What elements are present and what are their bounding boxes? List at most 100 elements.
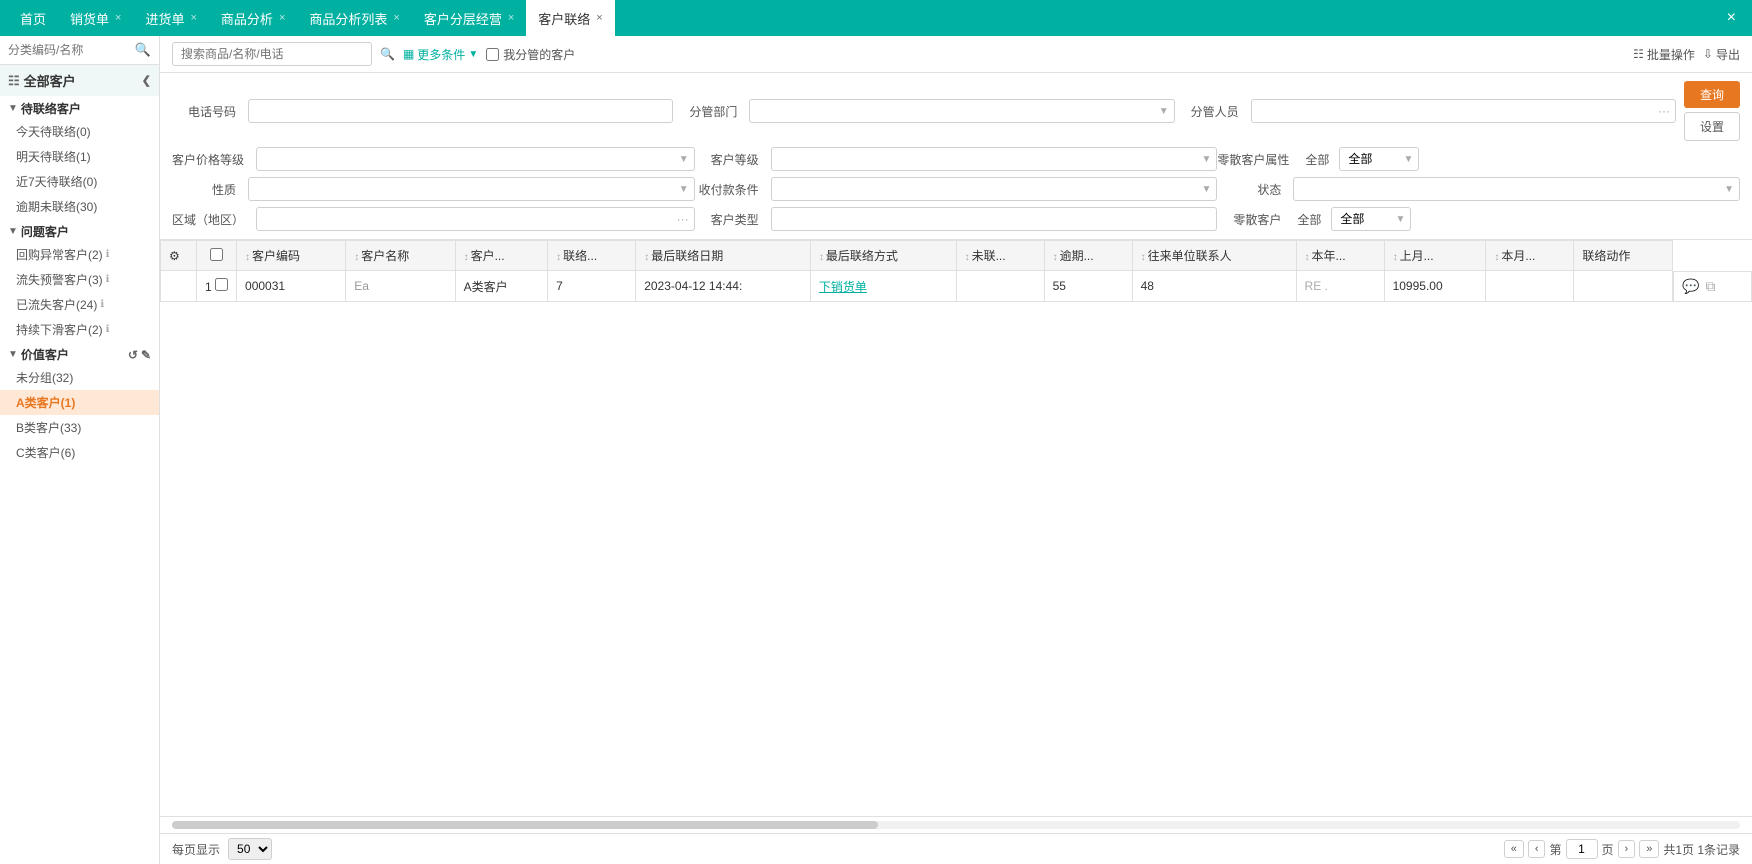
th-this-year: ↕本年... — [1296, 241, 1384, 271]
nav-close-icon[interactable]: × — [190, 12, 196, 24]
per-page-select[interactable]: 50 — [228, 838, 272, 860]
group-arrow-icon: ▼ — [8, 103, 18, 114]
table-body: 1 000031EaA类客户72023-04-12 14:44:下销货单5548… — [161, 271, 1752, 302]
sidebar-item-label: 近7天待联络(0) — [16, 173, 97, 190]
settings-gear-icon[interactable]: ⚙ — [169, 249, 180, 263]
retail-attr-select[interactable]: 全部 — [1339, 147, 1419, 171]
customer-type-input[interactable] — [771, 207, 1218, 231]
customer-level-select[interactable] — [771, 147, 1218, 171]
form-group-customer-type: 客户类型 — [695, 207, 1218, 231]
phone-label: 电话号码 — [172, 103, 242, 120]
sidebar-search-icon[interactable]: 🔍 — [135, 42, 151, 58]
sidebar-item[interactable]: 流失预警客户(3)ℹ — [0, 267, 159, 292]
more-filters-btn[interactable]: ▦ 更多条件 ▼ — [403, 46, 478, 63]
sidebar-group-问题客户[interactable]: ▼问题客户 — [0, 219, 159, 242]
sidebar-item[interactable]: 已流失客户(24)ℹ — [0, 292, 159, 317]
value-customer-actions: ↺✎ — [128, 348, 151, 362]
filter-bar-right: ☷ 批量操作 ⇩ 导出 — [1633, 46, 1740, 63]
sidebar-item[interactable]: B类客户(33) — [0, 415, 159, 440]
nav-item-客户分层经营[interactable]: 客户分层经营× — [412, 0, 526, 36]
settings-button[interactable]: 设置 — [1684, 112, 1740, 141]
row-overdue-value: 48 — [1132, 271, 1296, 302]
sidebar-item[interactable]: 明天待联络(1) — [0, 144, 159, 169]
next-page-btn[interactable]: › — [1618, 840, 1636, 858]
prev-page-btn[interactable]: ‹ — [1528, 840, 1546, 858]
manager-input[interactable] — [1251, 99, 1676, 123]
my-customer-checkbox-label[interactable]: 我分管的客户 — [486, 46, 575, 63]
retail-customer-wrap: 全部 ▼ — [1331, 207, 1411, 231]
nav-close-icon[interactable]: × — [508, 12, 514, 24]
th-last-method: ↕最后联络方式 — [810, 241, 956, 271]
page-input[interactable] — [1566, 839, 1598, 859]
nav-item-客户联络[interactable]: 客户联络× — [526, 0, 614, 36]
main-search-icon[interactable]: 🔍 — [380, 47, 395, 61]
region-label: 区域（地区） — [172, 211, 250, 228]
export-btn[interactable]: ⇩ 导出 — [1703, 46, 1740, 63]
th-this-month: ↕本月... — [1486, 241, 1574, 271]
main-search-input[interactable] — [172, 42, 372, 66]
payment-select[interactable] — [771, 177, 1218, 201]
retail-customer-select[interactable]: 全部 — [1331, 207, 1411, 231]
last-page-btn[interactable]: » — [1639, 840, 1659, 858]
status-select[interactable] — [1293, 177, 1740, 201]
retail-customer-inline: 全部 — [1293, 211, 1325, 228]
nav-close-icon[interactable]: × — [393, 12, 399, 24]
nature-select[interactable] — [248, 177, 695, 201]
sidebar-item[interactable]: 持续下滑客户(2)ℹ — [0, 317, 159, 342]
row-last-method[interactable]: 下销货单 — [810, 271, 956, 302]
sort-icon-uncontacted: ↕ — [965, 252, 970, 263]
th-uncontacted: ↕未联... — [956, 241, 1044, 271]
sidebar-item[interactable]: 近7天待联络(0) — [0, 169, 159, 194]
my-customer-checkbox[interactable] — [486, 48, 499, 61]
nav-item-首页[interactable]: 首页 — [8, 0, 58, 36]
th-checkbox[interactable] — [197, 241, 237, 271]
dept-select[interactable] — [749, 99, 1174, 123]
nav-item-商品分析列表[interactable]: 商品分析列表× — [297, 0, 411, 36]
select-all-checkbox[interactable] — [210, 248, 223, 261]
batch-operation-btn[interactable]: ☷ 批量操作 — [1633, 46, 1695, 63]
sidebar-item[interactable]: 未分组(32) — [0, 365, 159, 390]
first-page-btn[interactable]: « — [1504, 840, 1524, 858]
retail-attr-wrap: 全部 ▼ — [1339, 147, 1419, 171]
customer-type-label: 客户类型 — [695, 211, 765, 228]
retail-attr-inline: 全部 — [1301, 151, 1333, 168]
th-settings[interactable]: ⚙ — [161, 241, 197, 271]
region-input[interactable] — [256, 207, 695, 231]
scrollbar-thumb[interactable] — [172, 821, 878, 829]
nav-close-icon[interactable]: × — [115, 12, 121, 24]
row-checkbox-cell: 1 — [197, 271, 237, 302]
nav-close-icon[interactable]: × — [596, 12, 602, 24]
region-wrap: ··· — [256, 207, 695, 231]
filter-row-3: 性质 ▼ 收付款条件 ▼ 状态 — [172, 177, 1740, 201]
pagination: « ‹ 第 页 › » 共1页 1条记录 — [1504, 839, 1740, 859]
sidebar-search-input[interactable] — [8, 43, 131, 57]
horizontal-scrollbar[interactable] — [172, 821, 1740, 829]
refresh-icon[interactable]: ↺ — [128, 348, 138, 362]
sidebar-group-价值客户[interactable]: ▼价值客户↺✎ — [0, 342, 159, 365]
phone-input[interactable] — [248, 99, 673, 123]
group-arrow-icon: ▼ — [8, 226, 18, 237]
message-icon[interactable]: 💬 — [1682, 278, 1699, 295]
nav-item-商品分析[interactable]: 商品分析× — [209, 0, 297, 36]
close-all-btn[interactable]: × — [1719, 9, 1744, 27]
row-checkbox[interactable] — [215, 278, 228, 291]
query-button[interactable]: 查询 — [1684, 81, 1740, 108]
sidebar-item[interactable]: 回购异常客户(2)ℹ — [0, 242, 159, 267]
connect-icon[interactable]: ⧉ — [1705, 278, 1715, 295]
all-customers-header[interactable]: ☷ 全部客户 ❮ — [0, 65, 159, 96]
sidebar-item-label: 明天待联络(1) — [16, 148, 91, 165]
edit-icon[interactable]: ✎ — [141, 348, 151, 362]
sidebar-item[interactable]: 今天待联络(0) — [0, 119, 159, 144]
form-group-retail-attr: 零散客户属性 全部 全部 ▼ — [1217, 147, 1740, 171]
nav-item-销货单[interactable]: 销货单× — [58, 0, 133, 36]
sidebar-item[interactable]: A类客户(1) — [0, 390, 159, 415]
sidebar-item[interactable]: C类客户(6) — [0, 440, 159, 465]
price-level-select[interactable] — [256, 147, 695, 171]
sort-icon-lastmonth: ↕ — [1393, 252, 1398, 263]
sidebar-group-待联络客户[interactable]: ▼待联络客户 — [0, 96, 159, 119]
nav-close-icon[interactable]: × — [279, 12, 285, 24]
th-type: ↕客户... — [455, 241, 548, 271]
nav-item-进货单[interactable]: 进货单× — [133, 0, 208, 36]
sidebar-item[interactable]: 逾期未联络(30) — [0, 194, 159, 219]
collapse-icon[interactable]: ❮ — [142, 74, 151, 87]
